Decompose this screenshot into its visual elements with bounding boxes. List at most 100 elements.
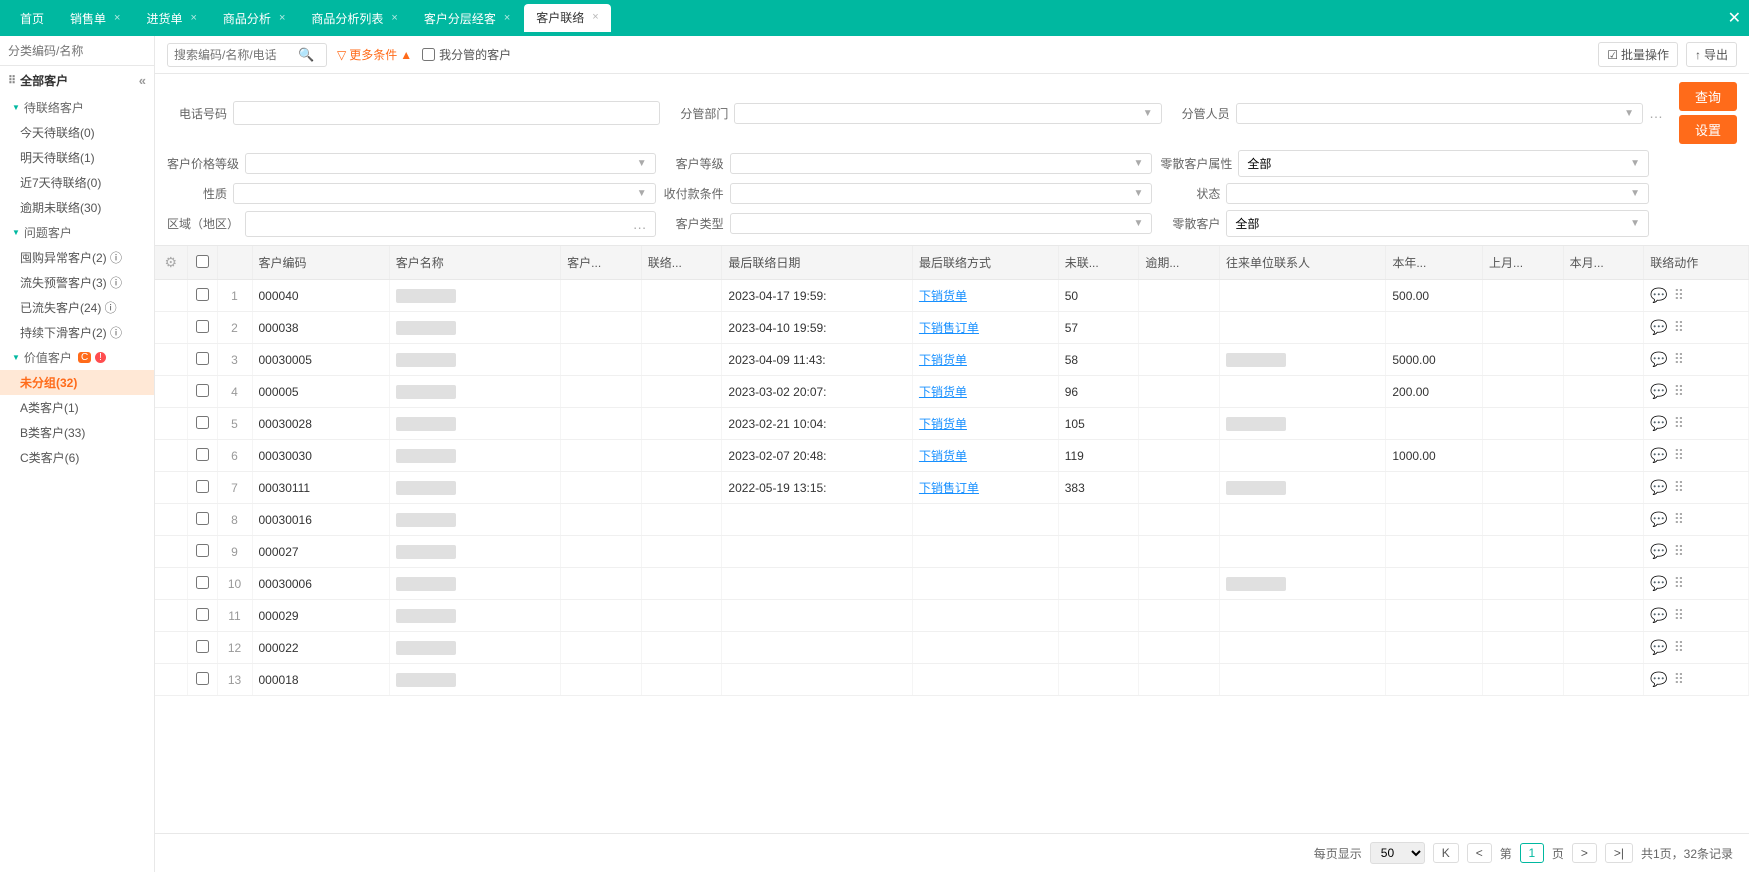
col-code-header[interactable]: 客户编码	[252, 246, 389, 280]
contact-way-link[interactable]: 下销货单	[919, 417, 967, 431]
status-select[interactable]: ▼	[1226, 183, 1649, 204]
message-icon[interactable]: 💬	[1650, 511, 1667, 528]
region-dots[interactable]: …	[633, 216, 647, 232]
sidebar-item-tomorrow-pending[interactable]: 明天待联络(1)	[0, 145, 154, 170]
tab-sales[interactable]: 销售单 ×	[58, 4, 132, 32]
tab-customer-contact-close[interactable]: ×	[592, 11, 598, 23]
col-no-contact-header[interactable]: 未联...	[1058, 246, 1139, 280]
person-select[interactable]: ▼	[1236, 103, 1643, 124]
message-icon[interactable]: 💬	[1650, 479, 1667, 496]
tab-home[interactable]: 首页	[8, 4, 56, 32]
col-last-month-header[interactable]: 上月...	[1483, 246, 1564, 280]
grid-action-icon[interactable]: ⠿	[1674, 319, 1684, 336]
query-button[interactable]: 查询	[1679, 82, 1737, 111]
per-page-select[interactable]: 50 100 200	[1370, 842, 1425, 864]
sidebar-item-class-a[interactable]: A类客户(1)	[0, 395, 154, 420]
col-type-header[interactable]: 客户...	[561, 246, 642, 280]
col-settings[interactable]: ⚙	[155, 246, 187, 280]
message-icon[interactable]: 💬	[1650, 543, 1667, 560]
col-overdue-header[interactable]: 逾期...	[1139, 246, 1220, 280]
grid-action-icon[interactable]: ⠿	[1674, 639, 1684, 656]
message-icon[interactable]: 💬	[1650, 287, 1667, 304]
sidebar-item-lost[interactable]: 已流失客户(24) ⓘ	[0, 295, 154, 320]
grid-action-icon[interactable]: ⠿	[1674, 287, 1684, 304]
sparse-attr-select[interactable]: 全部 ▼	[1238, 150, 1649, 177]
filter-search-icon[interactable]: 🔍	[298, 47, 314, 63]
sidebar-item-abnormal[interactable]: 囤购异常客户(2) ⓘ	[0, 245, 154, 270]
tab-product-analysis-list-close[interactable]: ×	[391, 12, 397, 24]
sidebar-all-customers[interactable]: ⠿ 全部客户 «	[0, 66, 154, 95]
tab-product-analysis[interactable]: 商品分析 ×	[211, 4, 297, 32]
grid-action-icon[interactable]: ⠿	[1674, 351, 1684, 368]
row-checkbox[interactable]	[196, 640, 209, 653]
tab-product-analysis-list[interactable]: 商品分析列表 ×	[299, 4, 409, 32]
grid-action-icon[interactable]: ⠿	[1674, 575, 1684, 592]
row-checkbox[interactable]	[196, 544, 209, 557]
message-icon[interactable]: 💬	[1650, 351, 1667, 368]
my-customers-checkbox[interactable]	[422, 48, 435, 61]
message-icon[interactable]: 💬	[1650, 575, 1667, 592]
person-dots[interactable]: …	[1649, 105, 1663, 121]
nature-select[interactable]: ▼	[233, 183, 656, 204]
col-contact-header[interactable]: 联络...	[641, 246, 722, 280]
row-checkbox[interactable]	[196, 448, 209, 461]
sidebar-item-class-c[interactable]: C类客户(6)	[0, 445, 154, 470]
message-icon[interactable]: 💬	[1650, 607, 1667, 624]
grid-action-icon[interactable]: ⠿	[1674, 479, 1684, 496]
message-icon[interactable]: 💬	[1650, 447, 1667, 464]
col-unit-contact-header[interactable]: 往来单位联系人	[1219, 246, 1385, 280]
batch-op-button[interactable]: ☑ 批量操作	[1598, 42, 1678, 67]
row-checkbox[interactable]	[196, 416, 209, 429]
prev-page-btn[interactable]: <	[1467, 843, 1492, 863]
tab-purchase-close[interactable]: ×	[190, 12, 196, 24]
reset-button[interactable]: 设置	[1679, 115, 1737, 144]
message-icon[interactable]: 💬	[1650, 319, 1667, 336]
sidebar-item-churn-warning[interactable]: 流失预警客户(3) ⓘ	[0, 270, 154, 295]
message-icon[interactable]: 💬	[1650, 639, 1667, 656]
sidebar-item-today-pending[interactable]: 今天待联络(0)	[0, 120, 154, 145]
row-checkbox[interactable]	[196, 608, 209, 621]
sidebar-item-class-b[interactable]: B类客户(33)	[0, 420, 154, 445]
sidebar-item-overdue-pending[interactable]: 逾期未联络(30)	[0, 195, 154, 220]
payment-select[interactable]: ▼	[730, 183, 1153, 204]
contact-way-link[interactable]: 下销货单	[919, 289, 967, 303]
sidebar-search-input[interactable]	[8, 44, 155, 58]
row-checkbox[interactable]	[196, 672, 209, 685]
col-this-month-header[interactable]: 本月...	[1563, 246, 1644, 280]
tab-purchase[interactable]: 进货单 ×	[134, 4, 208, 32]
region-select[interactable]: …	[245, 211, 656, 237]
tab-sales-close[interactable]: ×	[114, 12, 120, 24]
sidebar-group-value[interactable]: ▼ 价值客户 C !	[0, 345, 154, 370]
col-last-contact-way-header[interactable]: 最后联络方式	[912, 246, 1058, 280]
grid-action-icon[interactable]: ⠿	[1674, 511, 1684, 528]
sidebar-group-pending[interactable]: ▼ 待联络客户	[0, 95, 154, 120]
grid-action-icon[interactable]: ⠿	[1674, 415, 1684, 432]
first-page-btn[interactable]: K	[1433, 843, 1459, 863]
filter-search-input[interactable]	[174, 48, 294, 62]
row-checkbox[interactable]	[196, 512, 209, 525]
contact-way-link[interactable]: 下销售订单	[919, 481, 979, 495]
grid-action-icon[interactable]: ⠿	[1674, 447, 1684, 464]
sidebar-item-ungroup[interactable]: 未分组(32)	[0, 370, 154, 395]
row-checkbox[interactable]	[196, 288, 209, 301]
next-page-btn[interactable]: >	[1572, 843, 1597, 863]
grid-action-icon[interactable]: ⠿	[1674, 607, 1684, 624]
sidebar-group-problem[interactable]: ▼ 问题客户	[0, 220, 154, 245]
check-all-checkbox[interactable]	[196, 255, 209, 268]
row-checkbox[interactable]	[196, 480, 209, 493]
tab-product-analysis-close[interactable]: ×	[279, 12, 285, 24]
gear-icon[interactable]: ⚙	[164, 254, 177, 270]
filter-more-btn[interactable]: ▽ 更多条件 ▲	[337, 46, 412, 63]
customer-type-select[interactable]: ▼	[730, 213, 1153, 234]
dept-select[interactable]: ▼	[734, 103, 1161, 124]
contact-way-link[interactable]: 下销售订单	[919, 321, 979, 335]
row-checkbox[interactable]	[196, 576, 209, 589]
contact-way-link[interactable]: 下销货单	[919, 449, 967, 463]
sidebar-item-declining[interactable]: 持续下滑客户(2) ⓘ	[0, 320, 154, 345]
col-check-all[interactable]	[187, 246, 217, 280]
contact-way-link[interactable]: 下销货单	[919, 353, 967, 367]
phone-input[interactable]	[233, 101, 660, 125]
grid-action-icon[interactable]: ⠿	[1674, 543, 1684, 560]
col-last-contact-date-header[interactable]: 最后联络日期	[722, 246, 913, 280]
message-icon[interactable]: 💬	[1650, 671, 1667, 688]
